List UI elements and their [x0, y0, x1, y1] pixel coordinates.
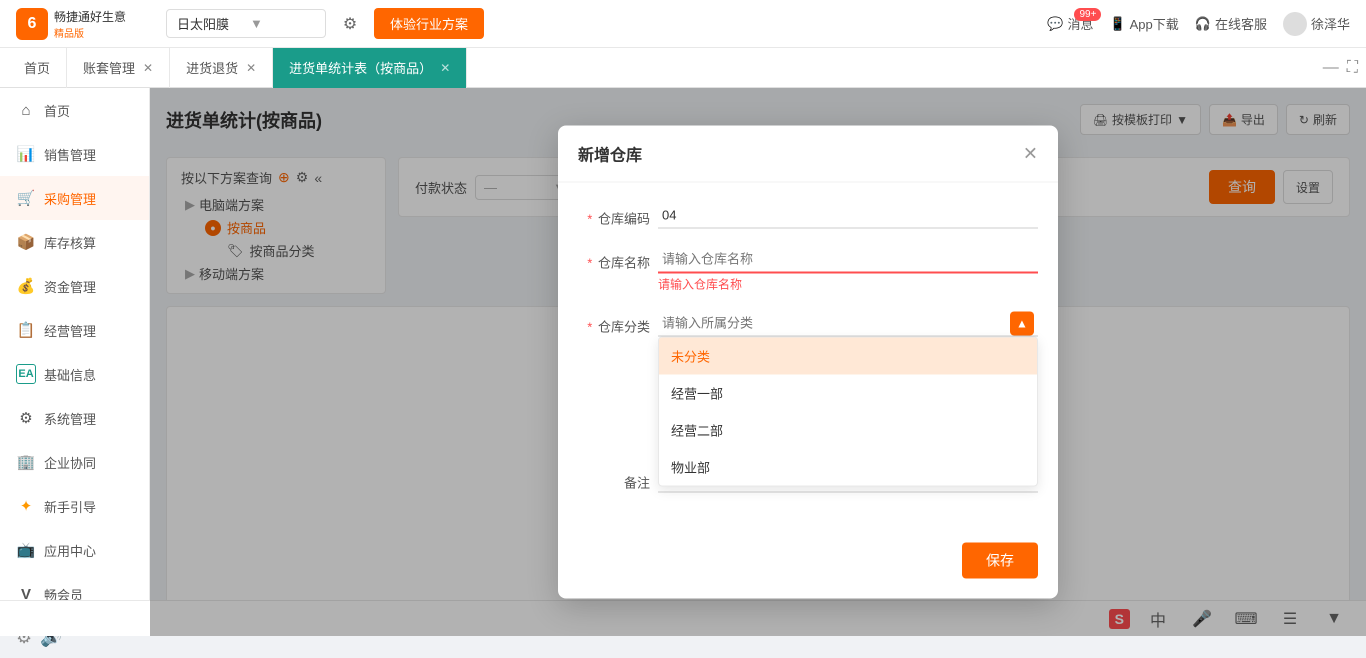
tab-purchase-return[interactable]: 进货退货 ✕: [170, 48, 273, 88]
category-dropdown: ▲ 未分类 经营一部 经营二部 物业部: [658, 311, 1038, 337]
appcenter-icon: 📺: [16, 540, 36, 560]
category-input-wrapper: ▲ 未分类 经营一部 经营二部 物业部: [658, 311, 1038, 337]
finance-icon: 💰: [16, 276, 36, 296]
modal-body: * 仓库编码 * 仓库名称 请输入仓库名称: [558, 183, 1058, 531]
code-label: * 仓库编码: [578, 203, 658, 228]
sidebar-item-system[interactable]: ⚙ 系统管理: [0, 396, 149, 440]
modal-actions: 保存: [558, 531, 1058, 599]
guide-icon: ✦: [16, 496, 36, 516]
sidebar-item-inventory[interactable]: 📦 库存核算: [0, 220, 149, 264]
name-error-tip: 请输入仓库名称: [658, 276, 1038, 293]
code-field: * 仓库编码: [578, 203, 1038, 229]
sidebar-item-appcenter[interactable]: 📺 应用中心: [0, 528, 149, 572]
online-service-button[interactable]: 🎧 在线客服: [1195, 14, 1267, 33]
enterprise-icon: 🏢: [16, 452, 36, 472]
tab-purchase-stats[interactable]: 进货单统计表（按商品） ✕: [273, 48, 467, 88]
sidebar-item-purchase[interactable]: 🛒 采购管理: [0, 176, 149, 220]
tab-close-icon[interactable]: ✕: [246, 61, 256, 75]
sidebar-item-enterprise[interactable]: 🏢 企业协同: [0, 440, 149, 484]
category-input[interactable]: [658, 311, 1038, 337]
logo-icon: 6: [16, 8, 48, 40]
code-input[interactable]: [658, 203, 1038, 229]
sales-icon: 📊: [16, 144, 36, 164]
modal-close-icon[interactable]: ✕: [1023, 143, 1038, 164]
sidebar-item-guide[interactable]: ✦ 新手引导: [0, 484, 149, 528]
sidebar-item-operation[interactable]: 📋 经营管理: [0, 308, 149, 352]
location-selector[interactable]: 日太阳膜 ▼: [166, 9, 326, 38]
top-header: 6 畅捷通好生意 精品版 日太阳膜 ▼ ⚙ 体验行业方案 💬 消息 99+ 📱 …: [0, 0, 1366, 48]
sidebar: ⌂ 首页 📊 销售管理 🛒 采购管理 📦 库存核算 💰 资金管理 📋 经营管理 …: [0, 88, 150, 636]
app-download-button[interactable]: 📱 App下载: [1109, 14, 1178, 33]
tab-bar: 首页 账套管理 ✕ 进货退货 ✕ 进货单统计表（按商品） ✕ — ⛶: [0, 48, 1366, 88]
modal-title: 新增仓库: [578, 142, 642, 166]
category-arrow-icon[interactable]: ▲: [1010, 312, 1034, 336]
message-icon: 💬: [1047, 16, 1063, 32]
category-label: * 仓库分类: [578, 311, 658, 336]
message-badge: 99+: [1074, 8, 1101, 21]
content-area: 进货单统计(按商品) 🖨 按模板打印 ▼ 📤 导出 ↻ 刷新: [150, 88, 1366, 636]
note-label: 备注: [578, 467, 658, 492]
modal-header: 新增仓库 ✕: [558, 126, 1058, 183]
trial-button[interactable]: 体验行业方案: [374, 8, 484, 39]
logo-text: 畅捷通好生意 精品版: [54, 8, 126, 40]
logo-area: 6 畅捷通好生意 精品版: [16, 8, 166, 40]
selector-arrow-icon: ▼: [250, 16, 315, 31]
purchase-icon: 🛒: [16, 188, 36, 208]
operation-icon: 📋: [16, 320, 36, 340]
mobile-icon: 📱: [1109, 16, 1125, 32]
header-right: 💬 消息 99+ 📱 App下载 🎧 在线客服 徐泽华: [1047, 12, 1350, 36]
main-layout: ⌂ 首页 📊 销售管理 🛒 采购管理 📦 库存核算 💰 资金管理 📋 经营管理 …: [0, 88, 1366, 636]
sidebar-item-sales[interactable]: 📊 销售管理: [0, 132, 149, 176]
settings-icon[interactable]: ⚙: [334, 8, 366, 40]
name-label: * 仓库名称: [578, 247, 658, 272]
system-icon: ⚙: [16, 408, 36, 428]
category-dropdown-menu: 未分类 经营一部 经营二部 物业部: [658, 337, 1038, 487]
avatar: [1283, 12, 1307, 36]
save-button[interactable]: 保存: [962, 543, 1038, 579]
category-field: * 仓库分类 ▲ 未分类 经营一部 经营二部 物业部: [578, 311, 1038, 337]
user-area[interactable]: 徐泽华: [1283, 12, 1350, 36]
tab-close-icon[interactable]: ✕: [440, 61, 450, 75]
header-search: 日太阳膜 ▼ ⚙ 体验行业方案: [166, 8, 1047, 40]
name-field: * 仓库名称 请输入仓库名称: [578, 247, 1038, 293]
code-input-wrapper: [658, 203, 1038, 229]
headset-icon: 🎧: [1195, 16, 1211, 32]
basic-info-icon: EA: [16, 364, 36, 384]
dropdown-item-property[interactable]: 物业部: [659, 449, 1037, 486]
tab-close-icon[interactable]: ✕: [143, 61, 153, 75]
home-icon: ⌂: [16, 100, 36, 120]
message-button[interactable]: 💬 消息 99+: [1047, 14, 1093, 33]
dropdown-item-uncategorized[interactable]: 未分类: [659, 338, 1037, 375]
warehouse-modal: 新增仓库 ✕ * 仓库编码 *: [558, 126, 1058, 599]
sidebar-item-finance[interactable]: 💰 资金管理: [0, 264, 149, 308]
inventory-icon: 📦: [16, 232, 36, 252]
dropdown-item-dept2[interactable]: 经营二部: [659, 412, 1037, 449]
tab-account[interactable]: 账套管理 ✕: [67, 48, 170, 88]
sidebar-item-home[interactable]: ⌂ 首页: [0, 88, 149, 132]
name-input-wrapper: 请输入仓库名称: [658, 247, 1038, 293]
tab-home[interactable]: 首页: [8, 48, 67, 88]
tab-window-controls: — ⛶: [1323, 59, 1358, 77]
maximize-icon[interactable]: ⛶: [1347, 59, 1358, 77]
minimize-icon[interactable]: —: [1323, 59, 1339, 77]
dropdown-item-dept1[interactable]: 经营一部: [659, 375, 1037, 412]
name-input[interactable]: [658, 247, 1038, 274]
sidebar-item-basic[interactable]: EA 基础信息: [0, 352, 149, 396]
